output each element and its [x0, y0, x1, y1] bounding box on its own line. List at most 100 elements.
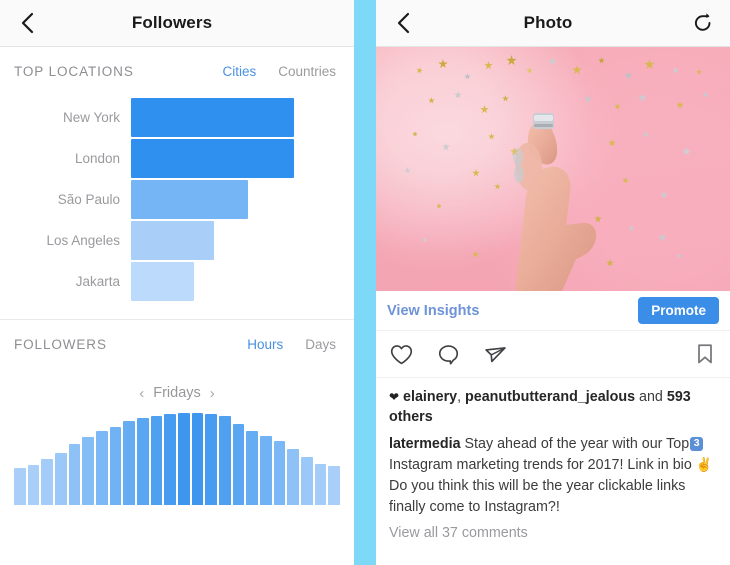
view-comments-link[interactable]: View all 37 comments — [376, 519, 730, 541]
insights-bar: View Insights Promote — [376, 291, 730, 331]
caption-part-3: Do you think this will be the year click… — [389, 477, 686, 515]
location-bar-track — [131, 138, 354, 179]
back-button[interactable] — [10, 0, 44, 46]
caption-username[interactable]: latermedia — [389, 436, 461, 452]
hour-bar — [246, 431, 259, 505]
hour-bar — [287, 448, 300, 505]
heart-icon — [390, 344, 413, 364]
promote-button[interactable]: Promote — [638, 297, 719, 324]
right-nav-bar: Photo — [376, 0, 730, 47]
hour-bar — [27, 464, 40, 505]
day-selector-label: Fridays — [153, 385, 201, 401]
followers-insights-screen: Followers TOP LOCATIONS Cities Countries… — [0, 0, 354, 565]
post-photo[interactable] — [376, 47, 730, 291]
hour-bar — [191, 413, 204, 505]
hour-bar — [273, 440, 286, 505]
hour-bar — [14, 468, 26, 505]
location-bar-row: Los Angeles — [0, 220, 354, 261]
post-actions-bar — [376, 331, 730, 378]
hour-bar — [178, 413, 190, 505]
hand-with-confetti-illustration — [376, 47, 730, 291]
refresh-icon — [694, 13, 711, 31]
hour-bar — [109, 426, 122, 505]
followers-by-hour-chart — [0, 413, 354, 505]
next-day-button[interactable]: › — [210, 386, 215, 401]
hour-bar — [314, 463, 327, 505]
liker-username-2[interactable]: peanutbutterand_jealous — [465, 389, 635, 405]
hour-bar — [205, 413, 218, 505]
chevron-left-icon — [397, 12, 409, 34]
location-bar-fill — [131, 262, 195, 301]
hour-bar — [164, 413, 177, 505]
view-insights-link[interactable]: View Insights — [387, 303, 638, 319]
heart-filled-icon: ❤ — [389, 390, 400, 404]
followers-tab-group: Hours Days — [247, 337, 336, 352]
locations-tab-group: Cities Countries — [222, 64, 336, 79]
location-label: London — [74, 151, 120, 166]
back-button[interactable] — [386, 0, 420, 46]
top-locations-section: TOP LOCATIONS Cities Countries New York L… — [0, 47, 354, 316]
location-bar-track — [131, 261, 354, 302]
photo-post-screen: Photo View Insights Promote ❤ elainery, … — [376, 0, 730, 565]
liker-separator: , — [457, 389, 466, 405]
location-bar-row: London — [0, 138, 354, 179]
hour-bar — [328, 466, 341, 505]
location-bar-row: New York — [0, 97, 354, 138]
location-bar-row: Jakarta — [0, 261, 354, 302]
tab-days[interactable]: Days — [305, 337, 336, 352]
share-icon — [485, 346, 506, 362]
caption-part-1: Stay ahead of the year with our Top — [464, 436, 690, 453]
location-bar-fill — [131, 221, 215, 260]
followers-section: FOLLOWERS Hours Days ‹ Fridays › — [0, 320, 354, 505]
left-nav-bar: Followers — [0, 0, 354, 47]
hour-bar — [55, 453, 67, 505]
panel-divider — [354, 0, 376, 565]
page-title: Followers — [131, 13, 213, 32]
location-bar-row: São Paulo — [0, 179, 354, 220]
top-locations-header: TOP LOCATIONS Cities Countries — [0, 47, 354, 93]
location-bar-fill — [131, 139, 294, 178]
post-caption: latermedia Stay ahead of the year with o… — [376, 429, 730, 519]
hour-bar — [96, 431, 108, 505]
share-button[interactable] — [483, 342, 508, 367]
caption-part-2: Instagram marketing trends for 2017! Lin… — [389, 457, 692, 474]
day-selector: ‹ Fridays › — [0, 366, 354, 401]
location-bar-track — [131, 97, 354, 138]
location-bar-fill — [131, 98, 294, 137]
peace-hand-icon: ✌️ — [695, 457, 713, 473]
section-title: TOP LOCATIONS — [14, 64, 134, 79]
location-label: New York — [62, 110, 120, 125]
likes-summary: ❤ elainery, peanutbutterand_jealous and … — [376, 378, 730, 429]
hour-bar — [219, 415, 231, 505]
location-label: Jakarta — [75, 274, 120, 289]
hour-bar — [123, 421, 136, 505]
tab-hours[interactable]: Hours — [247, 337, 283, 352]
like-button[interactable] — [389, 342, 414, 367]
prev-day-button[interactable]: ‹ — [139, 386, 144, 401]
page-title: Photo — [523, 13, 573, 32]
hour-bar — [260, 436, 272, 505]
and-label: and — [639, 389, 663, 405]
hour-bar — [301, 457, 313, 505]
hour-bar — [68, 444, 81, 505]
top-locations-bar-chart: New York London São Paulo Los Angeles Jakart… — [0, 93, 354, 316]
hour-bar — [41, 459, 54, 505]
location-bar-fill — [131, 180, 249, 219]
refresh-button[interactable] — [686, 0, 720, 46]
save-button[interactable] — [693, 342, 717, 366]
location-bar-track — [131, 179, 354, 220]
bookmark-icon — [698, 344, 712, 364]
hour-bar — [232, 424, 245, 505]
chevron-left-icon — [21, 12, 33, 34]
comment-icon — [438, 344, 459, 365]
location-label: Los Angeles — [46, 233, 120, 248]
keycap-three-icon: 3 — [690, 437, 704, 451]
tab-cities[interactable]: Cities — [222, 64, 256, 79]
dual-phone-screenshot: Followers TOP LOCATIONS Cities Countries… — [0, 0, 730, 565]
liker-username-1[interactable]: elainery — [403, 389, 457, 405]
hour-bar — [137, 417, 149, 505]
comment-button[interactable] — [436, 342, 461, 367]
tab-countries[interactable]: Countries — [278, 64, 336, 79]
hour-bar — [150, 415, 163, 505]
location-bar-track — [131, 220, 354, 261]
